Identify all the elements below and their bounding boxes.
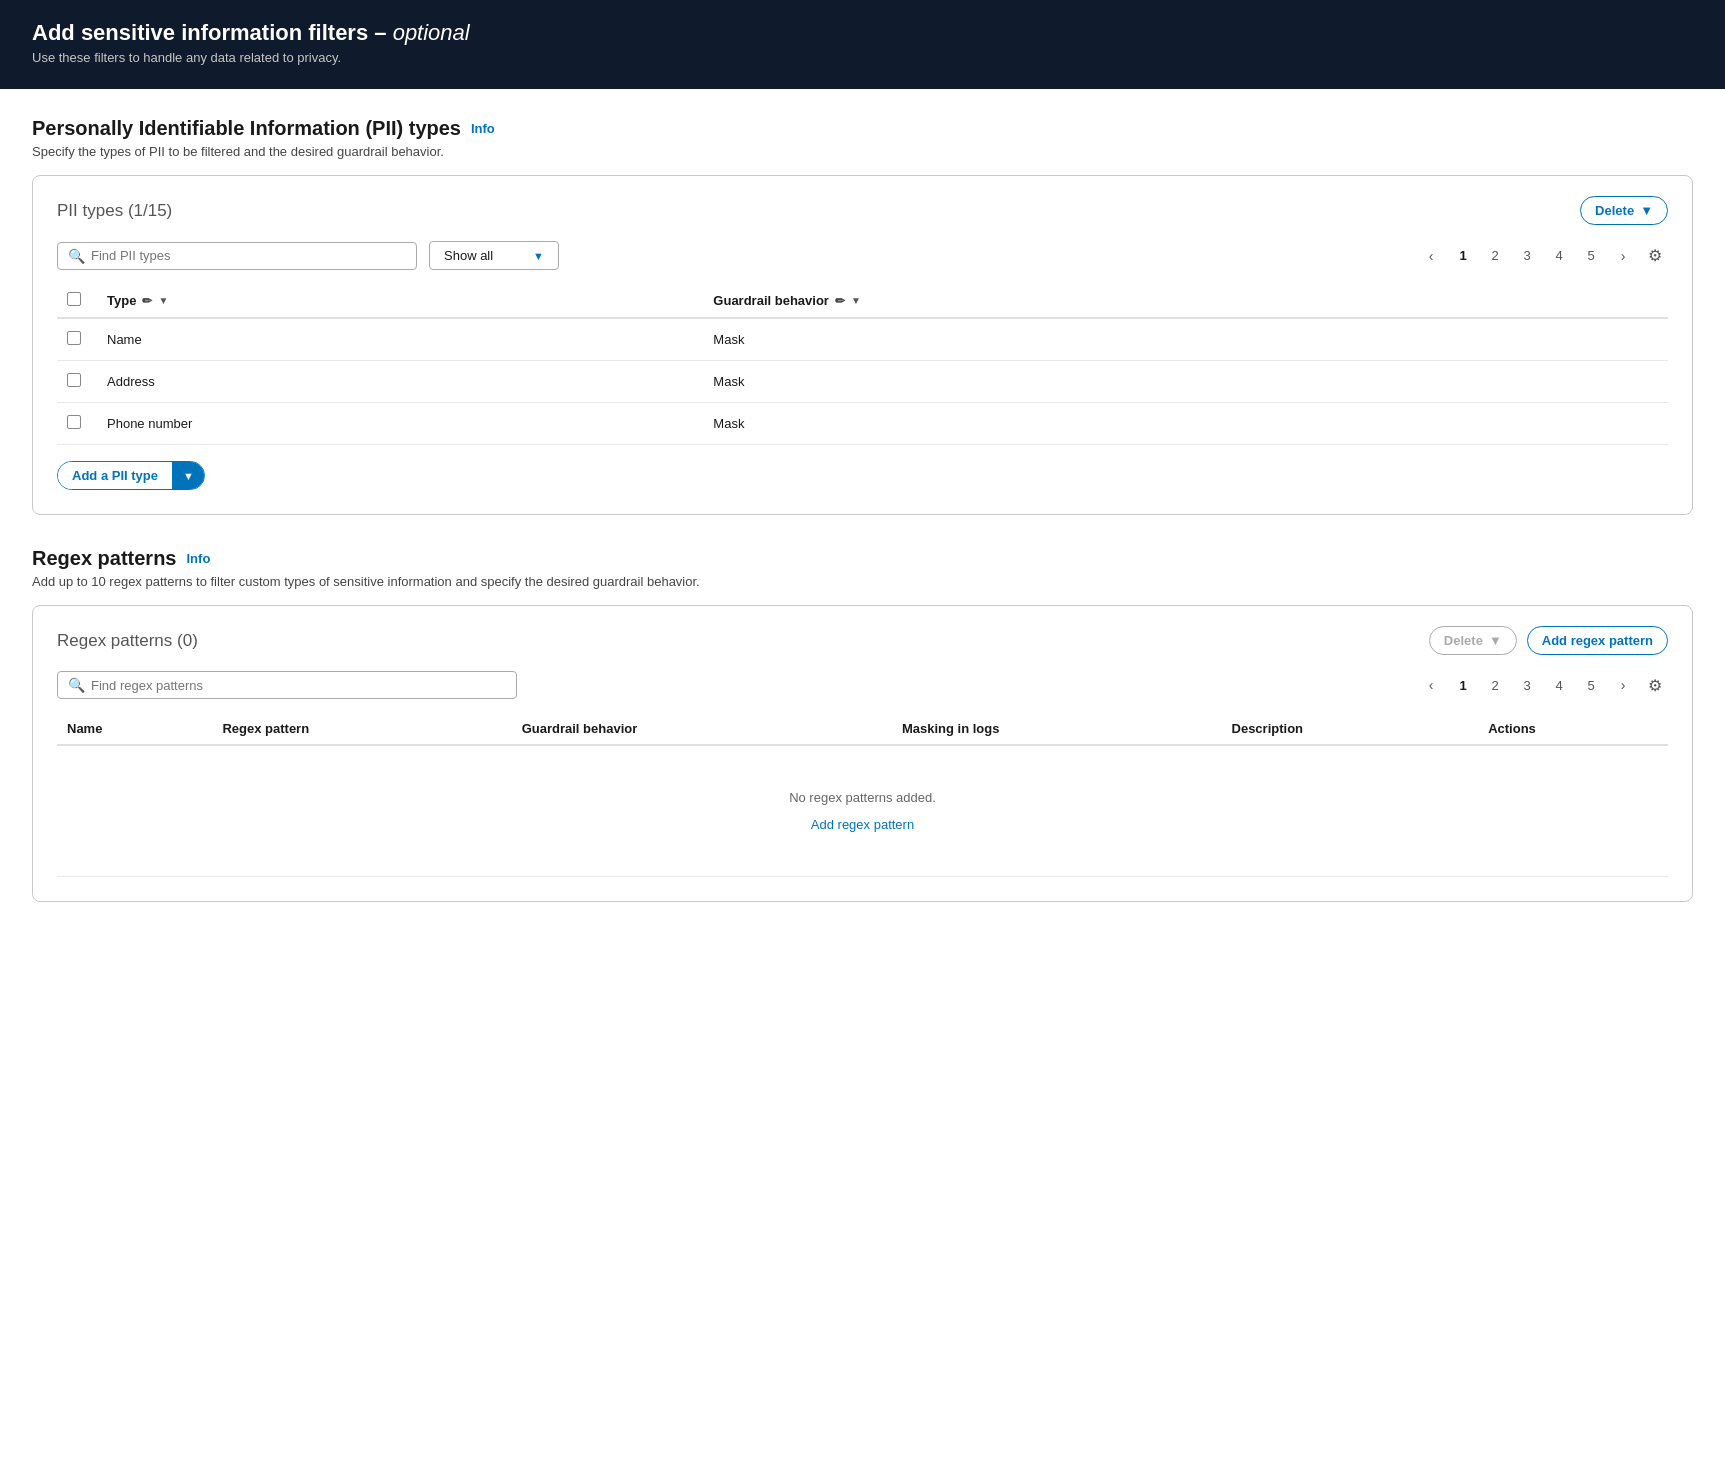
filter-caret-icon: ▼ (533, 250, 544, 262)
table-row: Name Mask (57, 318, 1668, 361)
pii-section-subtitle: Specify the types of PII to be filtered … (32, 144, 1693, 159)
regex-settings-icon[interactable]: ⚙ (1642, 672, 1668, 698)
regex-add-button-header[interactable]: Add regex pattern (1527, 626, 1668, 655)
delete-caret-icon: ▼ (1640, 203, 1653, 218)
regex-card: Regex patterns (0) Delete ▼ Add regex pa… (32, 605, 1693, 902)
regex-card-header: Regex patterns (0) Delete ▼ Add regex pa… (57, 626, 1668, 655)
page-subtitle: Use these filters to handle any data rel… (32, 50, 1693, 65)
pii-row-0-checkbox[interactable] (67, 331, 81, 345)
pii-select-all-checkbox[interactable] (67, 292, 81, 306)
type-filter-icon[interactable]: ▼ (158, 295, 168, 306)
pii-section-title: Personally Identifiable Information (PII… (32, 117, 1693, 140)
pii-section: Personally Identifiable Information (PII… (32, 117, 1693, 515)
regex-name-header: Name (57, 713, 212, 745)
regex-controls-row: 🔍 ‹ 1 2 3 4 5 › ⚙ (57, 671, 1668, 699)
type-edit-icon[interactable]: ✏ (142, 294, 152, 308)
regex-empty-add-link[interactable]: Add regex pattern (99, 817, 1626, 832)
pii-row-1-type: Address (97, 361, 703, 403)
regex-actions-header: Actions (1478, 713, 1668, 745)
regex-search-icon: 🔍 (68, 677, 85, 693)
pii-search-icon: 🔍 (68, 248, 85, 264)
pii-page-4[interactable]: 4 (1546, 243, 1572, 269)
pii-table: Type ✏ ▼ Guardrail behavior ✏ ▼ (57, 284, 1668, 445)
regex-table-header: Name Regex pattern Guardrail behavior Ma… (57, 713, 1668, 745)
pii-page-1[interactable]: 1 (1450, 243, 1476, 269)
pii-page-3[interactable]: 3 (1514, 243, 1540, 269)
add-pii-split-button[interactable]: Add a PII type ▼ (57, 461, 205, 490)
regex-search-input[interactable] (91, 678, 506, 693)
regex-card-title: Regex patterns (0) (57, 631, 198, 651)
regex-pagination: ‹ 1 2 3 4 5 › ⚙ (1418, 672, 1668, 698)
regex-guardrail-header: Guardrail behavior (512, 713, 892, 745)
pii-filter-dropdown[interactable]: Show all ▼ (429, 241, 559, 270)
pii-search-input[interactable] (91, 248, 406, 263)
regex-page-2[interactable]: 2 (1482, 672, 1508, 698)
pii-row-1-guardrail: Mask (703, 361, 1668, 403)
pii-delete-button[interactable]: Delete ▼ (1580, 196, 1668, 225)
pii-card-header: PII types (1/15) Delete ▼ (57, 196, 1668, 225)
pii-row-2-guardrail: Mask (703, 403, 1668, 445)
regex-empty-state: No regex patterns added. Add regex patte… (67, 758, 1658, 864)
regex-page-3[interactable]: 3 (1514, 672, 1540, 698)
regex-masking-header: Masking in logs (892, 713, 1222, 745)
main-content: Personally Identifiable Information (PII… (0, 89, 1725, 962)
pii-row-2-type: Phone number (97, 403, 703, 445)
regex-section-subtitle: Add up to 10 regex patterns to filter cu… (32, 574, 1693, 589)
regex-description-header: Description (1222, 713, 1479, 745)
regex-info-link[interactable]: Info (187, 551, 211, 566)
pii-row-0-type: Name (97, 318, 703, 361)
pii-card-title: PII types (1/15) (57, 201, 172, 221)
guardrail-filter-icon[interactable]: ▼ (851, 295, 861, 306)
pii-controls-row: 🔍 Show all ▼ ‹ 1 2 3 4 5 › ⚙ (57, 241, 1668, 270)
table-row: Address Mask (57, 361, 1668, 403)
guardrail-edit-icon[interactable]: ✏ (835, 294, 845, 308)
pii-type-header: Type ✏ ▼ (97, 284, 703, 318)
pii-table-header: Type ✏ ▼ Guardrail behavior ✏ ▼ (57, 284, 1668, 318)
pii-add-button-container: Add a PII type ▼ (57, 461, 1668, 490)
header-banner: Add sensitive information filters – opti… (0, 0, 1725, 89)
add-pii-button[interactable]: Add a PII type (58, 462, 172, 489)
regex-section: Regex patterns Info Add up to 10 regex p… (32, 547, 1693, 902)
add-pii-dropdown-button[interactable]: ▼ (172, 462, 204, 489)
pii-search-box[interactable]: 🔍 (57, 242, 417, 270)
pii-settings-icon[interactable]: ⚙ (1642, 243, 1668, 269)
regex-delete-button[interactable]: Delete ▼ (1429, 626, 1517, 655)
regex-section-title: Regex patterns Info (32, 547, 1693, 570)
regex-search-box[interactable]: 🔍 (57, 671, 517, 699)
regex-empty-row: No regex patterns added. Add regex patte… (57, 745, 1668, 877)
pii-row-0-guardrail: Mask (703, 318, 1668, 361)
pii-guardrail-header: Guardrail behavior ✏ ▼ (703, 284, 1668, 318)
regex-empty-message: No regex patterns added. (789, 790, 936, 805)
regex-next-page[interactable]: › (1610, 672, 1636, 698)
pii-next-page[interactable]: › (1610, 243, 1636, 269)
regex-pattern-header: Regex pattern (212, 713, 511, 745)
regex-page-4[interactable]: 4 (1546, 672, 1572, 698)
pii-prev-page[interactable]: ‹ (1418, 243, 1444, 269)
pii-row-2-checkbox[interactable] (67, 415, 81, 429)
regex-header-actions: Delete ▼ Add regex pattern (1429, 626, 1668, 655)
regex-page-1[interactable]: 1 (1450, 672, 1476, 698)
pii-pagination: ‹ 1 2 3 4 5 › ⚙ (1418, 243, 1668, 269)
pii-page-5[interactable]: 5 (1578, 243, 1604, 269)
regex-table: Name Regex pattern Guardrail behavior Ma… (57, 713, 1668, 877)
page-title: Add sensitive information filters – opti… (32, 20, 1693, 46)
regex-prev-page[interactable]: ‹ (1418, 672, 1444, 698)
pii-info-link[interactable]: Info (471, 121, 495, 136)
table-row: Phone number Mask (57, 403, 1668, 445)
pii-page-2[interactable]: 2 (1482, 243, 1508, 269)
pii-row-1-checkbox[interactable] (67, 373, 81, 387)
regex-delete-caret-icon: ▼ (1489, 633, 1502, 648)
regex-page-5[interactable]: 5 (1578, 672, 1604, 698)
pii-card: PII types (1/15) Delete ▼ 🔍 Show all ▼ (32, 175, 1693, 515)
